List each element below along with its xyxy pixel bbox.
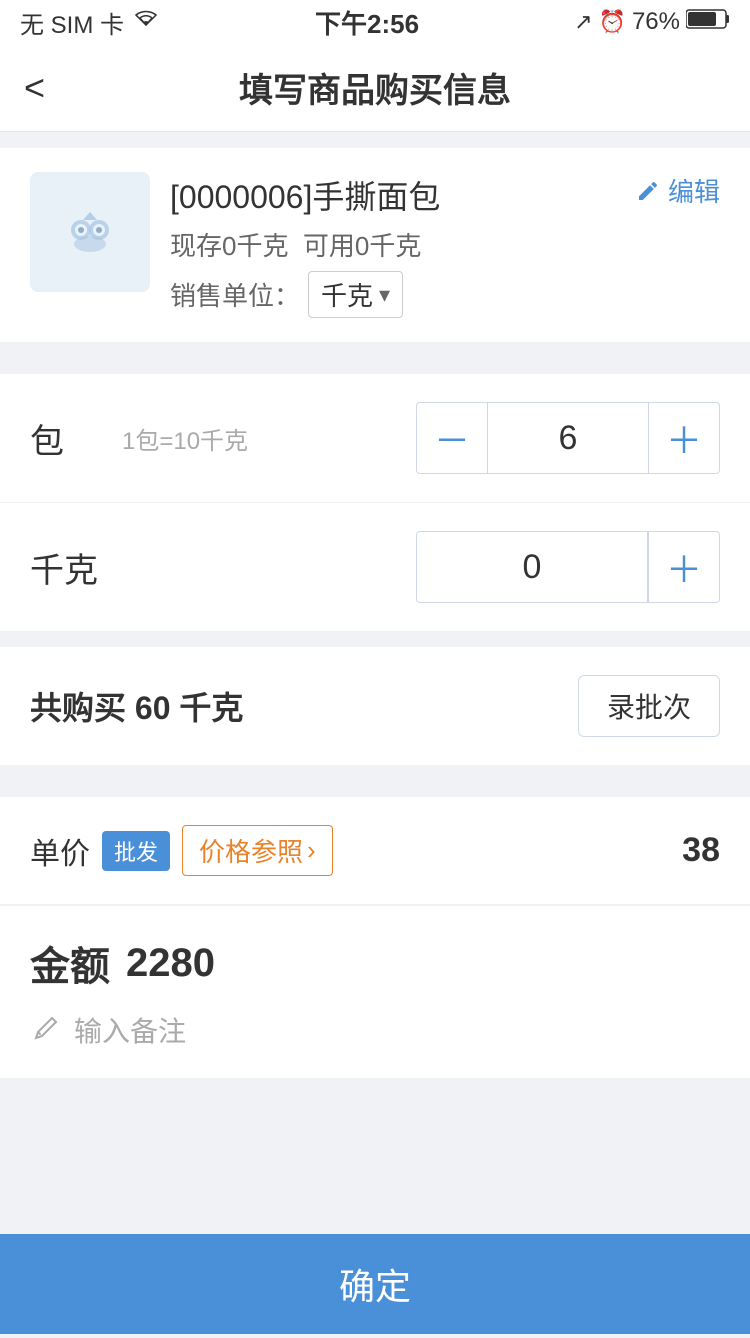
product-unit: 销售单位： 千克: [170, 271, 720, 318]
alarm-icon: ⏰: [599, 9, 626, 35]
product-name: [0000006]手撕面包: [170, 172, 440, 218]
package-controls: － ＋: [416, 402, 720, 474]
back-button[interactable]: <: [24, 67, 45, 109]
price-label: 单价 批发 价格参照 ›: [30, 825, 333, 876]
divider-3: [0, 765, 750, 781]
package-input[interactable]: [488, 402, 648, 474]
batch-button[interactable]: 录批次: [578, 675, 720, 737]
status-right: ↗ ⏰ 76%: [574, 8, 730, 37]
battery-level: 76%: [632, 8, 680, 36]
location-icon: ↗: [574, 9, 592, 35]
note-icon: [30, 1014, 62, 1046]
price-row: 单价 批发 价格参照 › 38: [30, 825, 720, 876]
confirm-button[interactable]: 确定: [0, 1234, 750, 1334]
package-label: 包: [30, 414, 110, 463]
amount-row: 金额 2280: [30, 934, 720, 992]
price-ref-button[interactable]: 价格参照 ›: [182, 825, 333, 876]
package-row: 包 1包=10千克 － ＋: [0, 374, 750, 503]
edit-button[interactable]: 编辑: [636, 172, 720, 209]
package-hint: 1包=10千克: [122, 421, 416, 456]
kilogram-label: 千克: [30, 543, 110, 592]
package-section: 包 1包=10千克 － ＋ 千克 ＋: [0, 374, 750, 631]
price-tag: 批发: [102, 831, 170, 871]
product-image: [30, 172, 150, 292]
divider-1: [0, 342, 750, 358]
nav-bar: < 填写商品购买信息: [0, 44, 750, 132]
package-minus-button[interactable]: －: [416, 402, 488, 474]
amount-section: 金额 2280 输入备注: [0, 906, 750, 1078]
status-bar: 无 SIM 卡 下午2:56 ↗ ⏰ 76%: [0, 0, 750, 44]
status-left: 无 SIM 卡: [20, 5, 160, 40]
price-value: 38: [682, 831, 720, 870]
unit-selector[interactable]: 千克: [308, 271, 403, 318]
kilogram-row: 千克 ＋: [0, 503, 750, 631]
price-section: 单价 批发 价格参照 › 38: [0, 797, 750, 904]
kilogram-input[interactable]: [416, 531, 648, 603]
product-info: [0000006]手撕面包 编辑 现存0千克 可用0千克 销售单位： 千克: [170, 172, 720, 318]
battery-icon: [686, 8, 730, 37]
wifi-icon: [132, 8, 160, 36]
note-placeholder: 输入备注: [74, 1010, 186, 1050]
product-stock: 现存0千克 可用0千克: [170, 226, 720, 263]
sim-status: 无 SIM 卡: [20, 5, 124, 40]
total-text: 共购买 60 千克: [30, 683, 243, 729]
note-row[interactable]: 输入备注: [30, 1010, 720, 1050]
package-plus-button[interactable]: ＋: [648, 402, 720, 474]
status-time: 下午2:56: [315, 4, 419, 41]
divider-2: [0, 631, 750, 647]
page-title: 填写商品购买信息: [239, 63, 511, 112]
product-card: [0000006]手撕面包 编辑 现存0千克 可用0千克 销售单位： 千克: [0, 148, 750, 342]
total-row: 共购买 60 千克 录批次: [0, 647, 750, 765]
kilogram-controls: ＋: [416, 531, 720, 603]
kilogram-plus-button[interactable]: ＋: [648, 531, 720, 603]
